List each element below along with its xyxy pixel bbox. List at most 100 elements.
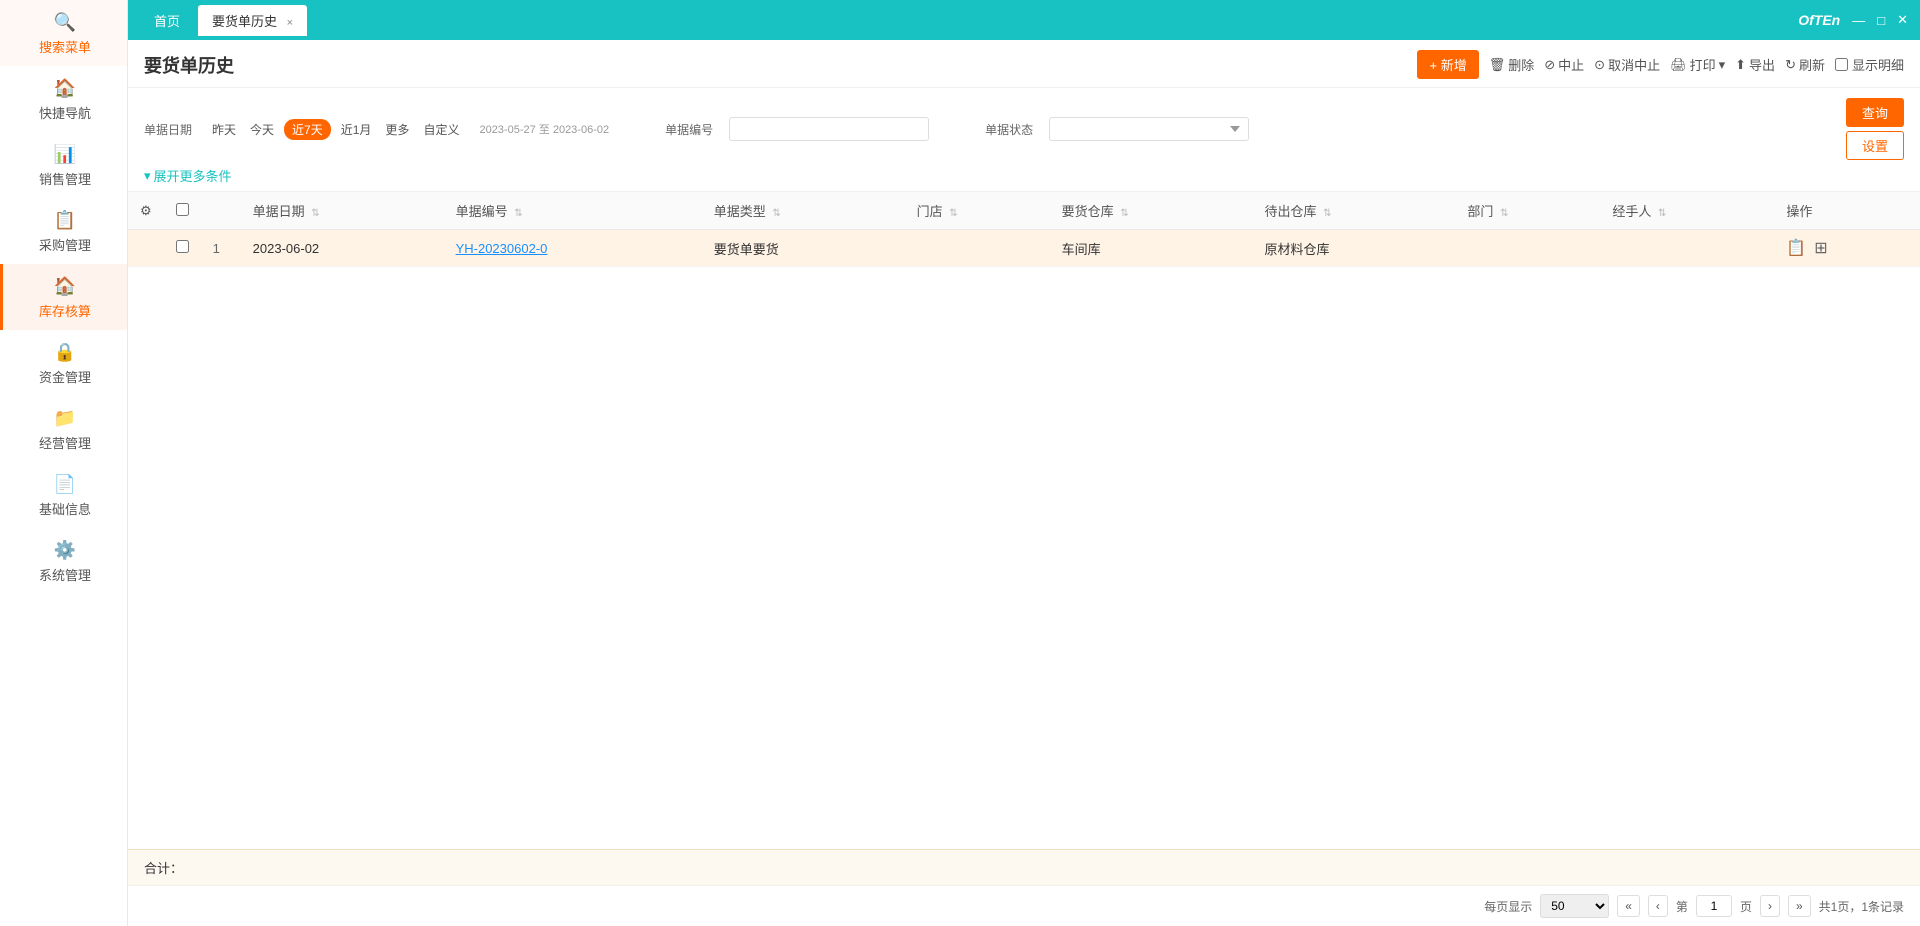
sidebar-item-sys-mgmt[interactable]: ⚙️ 系统管理 (0, 528, 127, 594)
sidebar-item-label: 基础信息 (39, 499, 91, 518)
date-opt-today[interactable]: 今天 (246, 119, 278, 140)
print-dropdown-icon: ▾ (1719, 57, 1726, 73)
page-suffix-label: 页 (1740, 898, 1752, 915)
sidebar-item-finance-mgmt[interactable]: 🔒 资金管理 (0, 330, 127, 396)
total-info: 共1页，1条记录 (1819, 898, 1904, 915)
col-gear[interactable]: ⚙ (128, 192, 164, 230)
next-page-btn[interactable]: › (1760, 895, 1780, 917)
edit-action-icon[interactable]: 📋 (1786, 238, 1806, 258)
print-icon: 🖨 (1670, 57, 1687, 73)
toolbar: + 新增 🗑 删除 ⊘ 中止 ⊙ 取消中止 🖨 打 (1417, 50, 1904, 79)
col-check[interactable] (164, 192, 201, 230)
sidebar-item-label: 搜索菜单 (39, 37, 91, 56)
settings-button[interactable]: 设置 (1846, 131, 1904, 160)
sort-reqwh-icon: ⇅ (1120, 208, 1128, 219)
filter-row-expand: ▾ 展开更多条件 (144, 166, 1904, 185)
col-dest-warehouse[interactable]: 待出仓库 ⇅ (1253, 192, 1456, 230)
date-range-display: 2023-05-27 至 2023-06-02 (479, 121, 609, 137)
summary-label: 合计： (144, 861, 183, 876)
row-checkbox[interactable] (176, 240, 189, 253)
query-button[interactable]: 查询 (1846, 98, 1904, 127)
cell-bill-type: 要货单要货 (702, 230, 905, 267)
col-bill-no[interactable]: 单据编号 ⇅ (444, 192, 702, 230)
new-button[interactable]: + 新增 (1417, 50, 1478, 79)
date-opt-custom[interactable]: 自定义 (419, 119, 463, 140)
cell-gear (128, 230, 164, 267)
ops-icon: 📁 (54, 408, 76, 429)
bill-no-link[interactable]: YH-20230602-0 (456, 241, 548, 256)
sales-icon: 📊 (54, 144, 76, 165)
basic-icon: 📄 (54, 474, 76, 495)
print-button[interactable]: 🖨 打印 ▾ (1670, 55, 1725, 74)
pagination-bar: 每页显示 50 10 20 100 « ‹ 第 页 › » 共1页，1条记录 (128, 885, 1920, 926)
cell-check[interactable] (164, 230, 201, 267)
bill-no-input[interactable] (729, 117, 929, 141)
sidebar-item-sales-mgmt[interactable]: 📊 销售管理 (0, 132, 127, 198)
sidebar-item-quick-nav[interactable]: 🏠 快捷导航 (0, 66, 127, 132)
col-store[interactable]: 门店 ⇅ (905, 192, 1050, 230)
tab-home[interactable]: 首页 (140, 5, 194, 36)
cell-date: 2023-06-02 (241, 230, 444, 267)
export-button[interactable]: ⬆ 导出 (1735, 55, 1775, 74)
tab-label: 要货单历史 (212, 14, 277, 29)
cell-dept (1455, 230, 1600, 267)
sidebar-item-label: 销售管理 (39, 169, 91, 188)
sidebar-item-label: 库存核算 (39, 301, 91, 320)
tab-close-icon[interactable]: × (287, 17, 293, 29)
bill-no-label: 单据编号 (665, 121, 713, 138)
first-page-btn[interactable]: « (1617, 895, 1640, 917)
cell-handler (1600, 230, 1774, 267)
col-req-warehouse[interactable]: 要货仓库 ⇅ (1050, 192, 1253, 230)
content-area: 要货单历史 + 新增 🗑 删除 ⊘ 中止 ⊙ 取消中止 (128, 40, 1920, 926)
show-detail-checkbox-label[interactable]: 显示明细 (1835, 55, 1904, 74)
stop-button[interactable]: ⊘ 中止 (1544, 55, 1584, 74)
col-bill-type[interactable]: 单据类型 ⇅ (702, 192, 905, 230)
cell-store (905, 230, 1050, 267)
sort-store-icon: ⇅ (949, 208, 957, 219)
date-opt-yesterday[interactable]: 昨天 (208, 119, 240, 140)
date-opt-1month[interactable]: 近1月 (337, 119, 376, 140)
topbar-right-actions: OfTEn — □ ✕ (1798, 12, 1908, 28)
col-handler[interactable]: 经手人 ⇅ (1600, 192, 1774, 230)
page-input[interactable] (1696, 895, 1732, 917)
date-opt-more[interactable]: 更多 (381, 119, 413, 140)
page-panel: 要货单历史 + 新增 🗑 删除 ⊘ 中止 ⊙ 取消中止 (128, 40, 1920, 926)
sidebar-item-purchase-mgmt[interactable]: 📋 采购管理 (0, 198, 127, 264)
delete-button[interactable]: 🗑 删除 (1489, 55, 1535, 74)
sidebar-item-label: 采购管理 (39, 235, 91, 254)
minimize-btn[interactable]: — (1852, 13, 1865, 28)
expand-filter-button[interactable]: ▾ 展开更多条件 (144, 166, 232, 185)
status-select[interactable] (1049, 117, 1249, 141)
delete-action-icon[interactable]: ⊞ (1814, 238, 1827, 258)
inventory-icon: 🏠 (54, 276, 76, 297)
prev-page-btn[interactable]: ‹ (1648, 895, 1668, 917)
stop-icon: ⊘ (1544, 57, 1555, 73)
per-page-select[interactable]: 50 10 20 100 (1540, 894, 1609, 918)
delete-icon: 🗑 (1489, 57, 1506, 73)
close-btn[interactable]: ✕ (1897, 12, 1908, 28)
date-opt-7days[interactable]: 近7天 (284, 119, 331, 140)
sidebar-item-label: 经营管理 (39, 433, 91, 452)
sidebar-item-inventory-calc[interactable]: 🏠 库存核算 (0, 264, 127, 330)
cell-num: 1 (201, 230, 241, 267)
col-dept[interactable]: 部门 ⇅ (1455, 192, 1600, 230)
purchase-icon: 📋 (54, 210, 76, 231)
show-detail-checkbox[interactable] (1835, 58, 1848, 71)
sidebar-item-label: 快捷导航 (39, 103, 91, 122)
col-date[interactable]: 单据日期 ⇅ (241, 192, 444, 230)
sidebar-item-basic-info[interactable]: 📄 基础信息 (0, 462, 127, 528)
last-page-btn[interactable]: » (1788, 895, 1811, 917)
sort-billtype-icon: ⇅ (772, 208, 780, 219)
sort-destwh-icon: ⇅ (1323, 208, 1331, 219)
select-all-checkbox[interactable] (176, 203, 189, 216)
tab-history[interactable]: 要货单历史 × (198, 5, 307, 36)
action-icons: 📋 ⊞ (1786, 238, 1908, 258)
cell-action: 📋 ⊞ (1774, 230, 1920, 267)
sidebar-item-ops-mgmt[interactable]: 📁 经营管理 (0, 396, 127, 462)
chevron-down-icon: ▾ (144, 168, 151, 184)
refresh-button[interactable]: ↻ 刷新 (1785, 55, 1825, 74)
sidebar-item-search-menu[interactable]: 🔍 搜索菜单 (0, 0, 127, 66)
sort-handler-icon: ⇅ (1658, 208, 1666, 219)
cancel-stop-button[interactable]: ⊙ 取消中止 (1594, 55, 1660, 74)
maximize-btn[interactable]: □ (1877, 13, 1885, 28)
